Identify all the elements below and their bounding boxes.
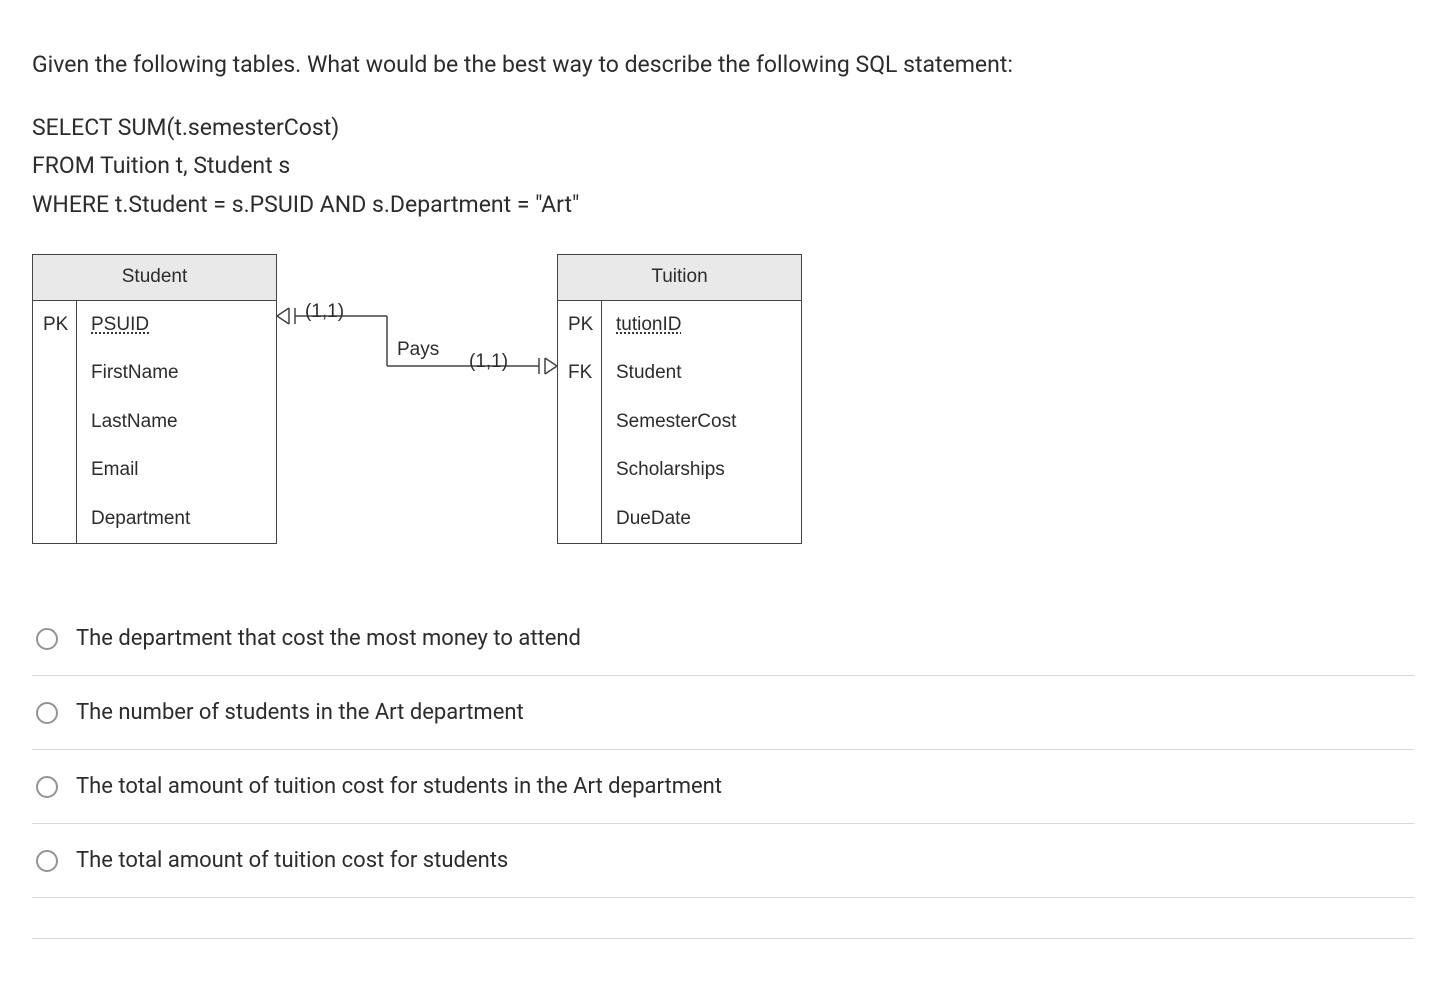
erd-student-key-4 <box>33 495 77 544</box>
erd-right-card-text: (1,1) <box>469 348 508 377</box>
erd-tuition-attr-0-label: tutionID <box>616 314 681 335</box>
erd-tuition-attr-4: DueDate <box>602 495 802 544</box>
erd-relation-label: Pays <box>397 336 439 365</box>
erd-tuition-attr-1: Student <box>602 349 802 398</box>
option-3[interactable]: The total amount of tuition cost for stu… <box>32 824 1414 898</box>
radio-icon[interactable] <box>36 850 58 872</box>
erd-student-attr-3: Email <box>77 446 277 495</box>
erd-student-key-2 <box>33 398 77 447</box>
sql-line-1: SELECT SUM(t.semesterCost) <box>32 111 1414 146</box>
bottom-divider <box>32 938 1414 939</box>
erd-tuition-key-1: FK <box>558 349 602 398</box>
sql-line-3: WHERE t.Student = s.PSUID AND s.Departme… <box>32 188 1414 223</box>
erd-table-tuition: Tuition PK tutionID FK Student SemesterC… <box>557 254 802 544</box>
erd-diagram: Student PK PSUID FirstName LastName Emai… <box>32 254 1414 544</box>
question-text: Given the following tables. What would b… <box>32 48 1414 83</box>
erd-student-key-1 <box>33 349 77 398</box>
erd-tuition-attr-0: tutionID <box>602 300 802 349</box>
answer-options: The department that cost the most money … <box>32 600 1414 898</box>
erd-student-attr-0: PSUID <box>77 300 277 349</box>
erd-student-attr-4: Department <box>77 495 277 544</box>
erd-tuition-title: Tuition <box>558 255 802 301</box>
erd-student-attr-2: LastName <box>77 398 277 447</box>
erd-student-title: Student <box>33 255 277 301</box>
erd-relationship-lines <box>277 254 557 414</box>
option-0[interactable]: The department that cost the most money … <box>32 601 1414 676</box>
erd-tuition-attr-2: SemesterCost <box>602 398 802 447</box>
option-2[interactable]: The total amount of tuition cost for stu… <box>32 750 1414 824</box>
erd-table-student: Student PK PSUID FirstName LastName Emai… <box>32 254 277 544</box>
erd-tuition-key-0: PK <box>558 300 602 349</box>
erd-student-key-0: PK <box>33 300 77 349</box>
option-2-label: The total amount of tuition cost for stu… <box>76 770 722 803</box>
radio-icon[interactable] <box>36 702 58 724</box>
erd-tuition-key-4 <box>558 495 602 544</box>
option-1[interactable]: The number of students in the Art depart… <box>32 676 1414 750</box>
option-1-label: The number of students in the Art depart… <box>76 696 524 729</box>
erd-relationship: (1,1) Pays (1,1) <box>277 254 557 394</box>
erd-student-key-3 <box>33 446 77 495</box>
erd-student-attr-0-label: PSUID <box>91 314 149 335</box>
radio-icon[interactable] <box>36 776 58 798</box>
erd-student-attr-1: FirstName <box>77 349 277 398</box>
option-3-label: The total amount of tuition cost for stu… <box>76 844 508 877</box>
option-0-label: The department that cost the most money … <box>76 622 581 655</box>
erd-tuition-key-2 <box>558 398 602 447</box>
erd-tuition-key-3 <box>558 446 602 495</box>
radio-icon[interactable] <box>36 628 58 650</box>
sql-line-2: FROM Tuition t, Student s <box>32 149 1414 184</box>
sql-statement: SELECT SUM(t.semesterCost) FROM Tuition … <box>32 111 1414 223</box>
erd-tuition-attr-3: Scholarships <box>602 446 802 495</box>
erd-left-card-text: (1,1) <box>305 298 344 327</box>
